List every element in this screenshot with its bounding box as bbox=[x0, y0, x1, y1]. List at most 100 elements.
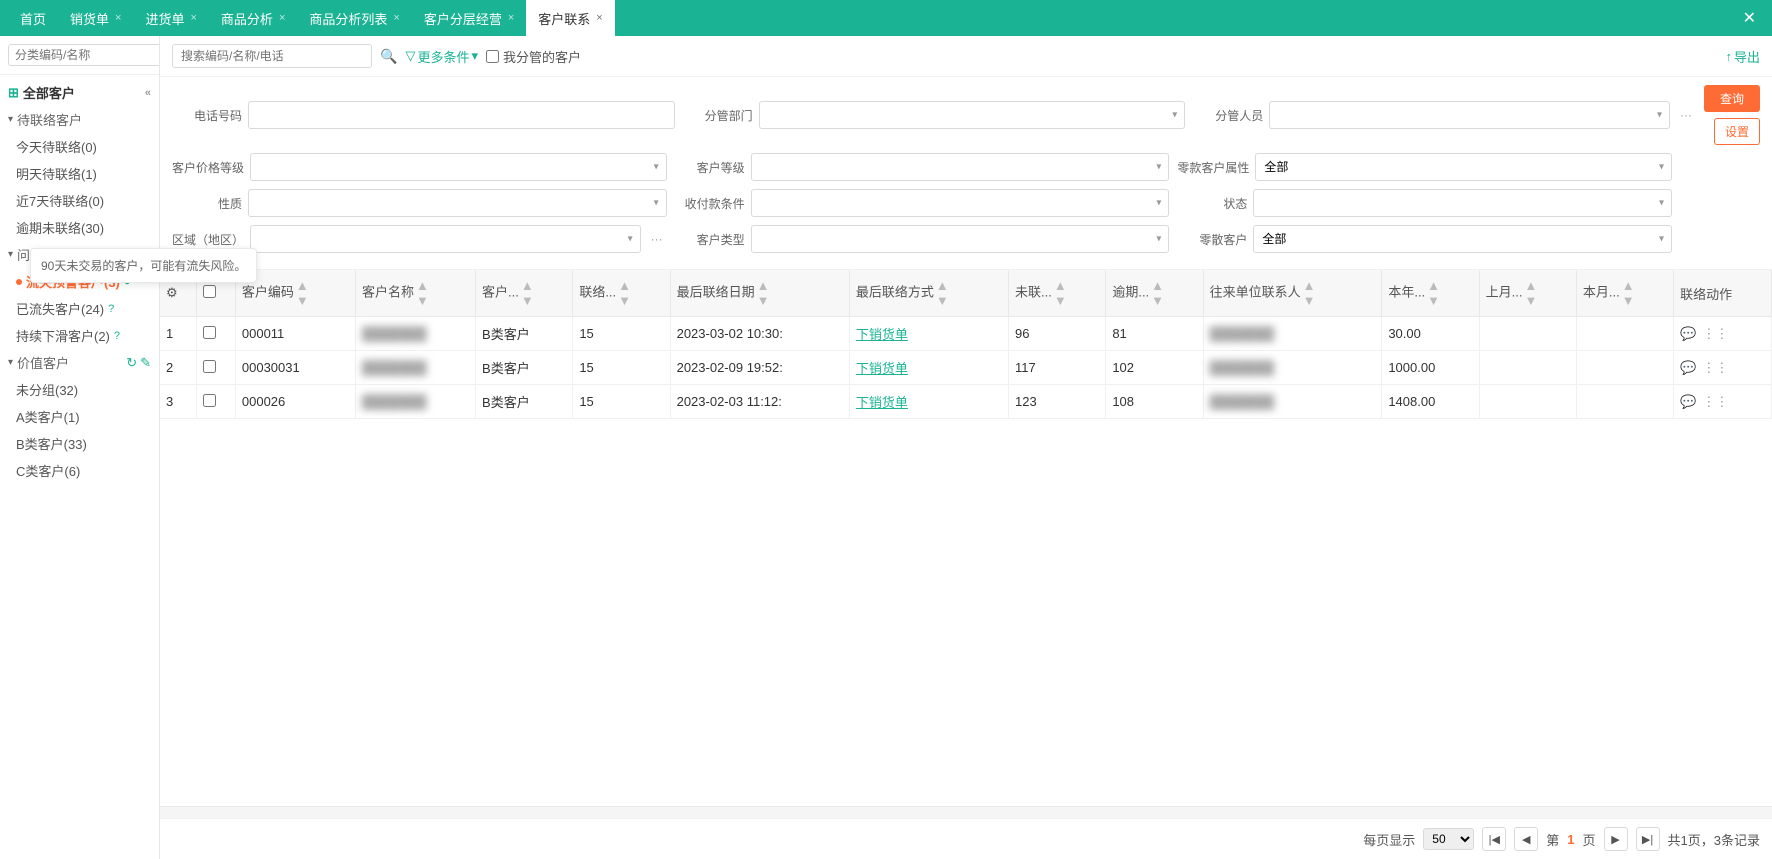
zero-customer-select[interactable]: 全部 bbox=[1255, 153, 1672, 181]
page-next-button[interactable]: ▶ bbox=[1604, 827, 1628, 851]
cell-checkbox[interactable] bbox=[196, 351, 235, 385]
nav-tab-客户联系[interactable]: 客户联系× bbox=[526, 0, 614, 36]
more-actions-icon[interactable]: ⋮⋮ bbox=[1702, 394, 1728, 410]
cell-checkbox[interactable] bbox=[196, 385, 235, 419]
cell-last-method[interactable]: 下销货单 bbox=[849, 351, 1008, 385]
query-button[interactable]: 查询 bbox=[1704, 85, 1760, 112]
price-level-select[interactable] bbox=[250, 153, 667, 181]
region-select[interactable] bbox=[250, 225, 641, 253]
col-overdue[interactable]: 逾期...▲▼ bbox=[1106, 270, 1203, 317]
sidebar-group-0[interactable]: ▾待联络客户 bbox=[0, 106, 159, 133]
search-input[interactable] bbox=[172, 44, 372, 68]
nature-select[interactable] bbox=[248, 189, 667, 217]
col-contact[interactable]: 联络...▲▼ bbox=[573, 270, 670, 317]
nav-tab-商品分析[interactable]: 商品分析× bbox=[209, 0, 297, 36]
row-checkbox[interactable] bbox=[203, 326, 216, 339]
page-last-button[interactable]: ▶| bbox=[1636, 827, 1660, 851]
col-last-month[interactable]: 上月...▲▼ bbox=[1479, 270, 1576, 317]
select-all-checkbox[interactable] bbox=[203, 285, 216, 298]
more-actions-icon[interactable]: ⋮⋮ bbox=[1702, 360, 1728, 376]
sidebar-item-0-1[interactable]: 明天待联络(1) bbox=[0, 160, 159, 187]
nav-tab-商品分析列表[interactable]: 商品分析列表× bbox=[297, 0, 411, 36]
customer-type-select[interactable] bbox=[751, 225, 1170, 253]
payment-select[interactable] bbox=[751, 189, 1170, 217]
contact-method-link[interactable]: 下销货单 bbox=[856, 395, 908, 410]
scattered-label: 零散客户 bbox=[1177, 231, 1247, 248]
cell-last-method[interactable]: 下销货单 bbox=[849, 317, 1008, 351]
refresh-icon[interactable]: ↻ bbox=[126, 355, 137, 370]
nature-label: 性质 bbox=[172, 195, 242, 212]
more-conditions-button[interactable]: ▽ 更多条件 ▾ bbox=[405, 47, 478, 66]
horizontal-scrollbar[interactable] bbox=[160, 806, 1772, 818]
col-this-year[interactable]: 本年...▲▼ bbox=[1382, 270, 1479, 317]
col-last-method[interactable]: 最后联络方式▲▼ bbox=[849, 270, 1008, 317]
scattered-select[interactable]: 全部 bbox=[1253, 225, 1672, 253]
my-customers-checkbox[interactable] bbox=[486, 50, 499, 63]
sidebar-search-input[interactable] bbox=[8, 44, 160, 66]
my-customers-checkbox-label[interactable]: 我分管的客户 bbox=[486, 47, 581, 66]
cell-actions[interactable]: 💬 ⋮⋮ bbox=[1674, 317, 1772, 351]
region-more-button[interactable]: ··· bbox=[647, 232, 667, 246]
cell-last-method[interactable]: 下销货单 bbox=[849, 385, 1008, 419]
tab-close-客户联系[interactable]: × bbox=[596, 12, 602, 24]
gear-icon[interactable]: ⚙ bbox=[166, 285, 178, 300]
tab-close-销货单[interactable]: × bbox=[115, 12, 121, 24]
col-this-month[interactable]: 本月...▲▼ bbox=[1576, 270, 1673, 317]
tab-close-商品分析[interactable]: × bbox=[279, 12, 285, 24]
sidebar-item-1-2[interactable]: 持续下滑客户(2)? bbox=[0, 322, 159, 349]
tab-close-进货单[interactable]: × bbox=[190, 12, 196, 24]
more-actions-icon[interactable]: ⋮⋮ bbox=[1702, 326, 1728, 342]
dept-select[interactable] bbox=[759, 101, 1186, 129]
cell-name: ███████ bbox=[355, 317, 475, 351]
chat-icon[interactable]: 💬 bbox=[1680, 360, 1696, 376]
chat-icon[interactable]: 💬 bbox=[1680, 326, 1696, 342]
search-button[interactable]: 🔍 bbox=[380, 48, 397, 65]
manager-more-button[interactable]: ··· bbox=[1676, 108, 1696, 122]
phone-input[interactable] bbox=[248, 101, 675, 129]
row-checkbox[interactable] bbox=[203, 394, 216, 407]
contact-method-link[interactable]: 下销货单 bbox=[856, 361, 908, 376]
contact-method-link[interactable]: 下销货单 bbox=[856, 327, 908, 342]
cell-actions[interactable]: 💬 ⋮⋮ bbox=[1674, 385, 1772, 419]
nav-tab-客户分层经营[interactable]: 客户分层经营× bbox=[412, 0, 526, 36]
page-first-button[interactable]: |◀ bbox=[1482, 827, 1506, 851]
manager-label: 分管人员 bbox=[1193, 107, 1263, 124]
sidebar-collapse-button[interactable]: « bbox=[145, 87, 151, 99]
row-checkbox[interactable] bbox=[203, 360, 216, 373]
chat-icon[interactable]: 💬 bbox=[1680, 394, 1696, 410]
nav-home[interactable]: 首页 bbox=[8, 0, 58, 36]
cell-index: 1 bbox=[160, 317, 196, 351]
col-uncontacted[interactable]: 未联...▲▼ bbox=[1009, 270, 1106, 317]
col-contact-person[interactable]: 往来单位联系人▲▼ bbox=[1203, 270, 1382, 317]
export-button[interactable]: ↑ 导出 bbox=[1725, 47, 1760, 66]
sidebar-item-2-1[interactable]: A类客户(1) bbox=[0, 403, 159, 430]
tab-close-商品分析列表[interactable]: × bbox=[393, 12, 399, 24]
page-prev-button[interactable]: ◀ bbox=[1514, 827, 1538, 851]
sidebar-group-2[interactable]: ▾价值客户↻✎ bbox=[0, 349, 159, 376]
sidebar-item-1-1[interactable]: 已流失客户(24)? bbox=[0, 295, 159, 322]
info-icon[interactable]: ? bbox=[108, 303, 114, 315]
col-name[interactable]: 客户名称▲▼ bbox=[355, 270, 475, 317]
sidebar-item-2-3[interactable]: C类客户(6) bbox=[0, 457, 159, 484]
col-last-date[interactable]: 最后联络日期▲▼ bbox=[670, 270, 849, 317]
cell-checkbox[interactable] bbox=[196, 317, 235, 351]
manager-select[interactable] bbox=[1269, 101, 1670, 129]
sidebar-item-0-3[interactable]: 逾期未联络(30) bbox=[0, 214, 159, 241]
tab-close-客户分层经营[interactable]: × bbox=[508, 12, 514, 24]
nav-tab-销货单[interactable]: 销货单× bbox=[58, 0, 133, 36]
cell-actions[interactable]: 💬 ⋮⋮ bbox=[1674, 351, 1772, 385]
sidebar-item-0-2[interactable]: 近7天待联络(0) bbox=[0, 187, 159, 214]
nav-tab-进货单[interactable]: 进货单× bbox=[133, 0, 208, 36]
sidebar-item-2-2[interactable]: B类客户(33) bbox=[0, 430, 159, 457]
close-window-button[interactable]: ✕ bbox=[1735, 8, 1764, 28]
sidebar-item-0-0[interactable]: 今天待联络(0) bbox=[0, 133, 159, 160]
col-type[interactable]: 客户...▲▼ bbox=[476, 270, 573, 317]
page-size-select[interactable]: 50 100 bbox=[1423, 828, 1474, 850]
settings-button[interactable]: 设置 bbox=[1714, 118, 1760, 145]
info-icon[interactable]: ? bbox=[114, 330, 120, 342]
edit-icon[interactable]: ✎ bbox=[140, 355, 151, 370]
sidebar-item-2-0[interactable]: 未分组(32) bbox=[0, 376, 159, 403]
status-select[interactable] bbox=[1253, 189, 1672, 217]
cell-type: B类客户 bbox=[476, 317, 573, 351]
customer-level-select[interactable] bbox=[751, 153, 1170, 181]
